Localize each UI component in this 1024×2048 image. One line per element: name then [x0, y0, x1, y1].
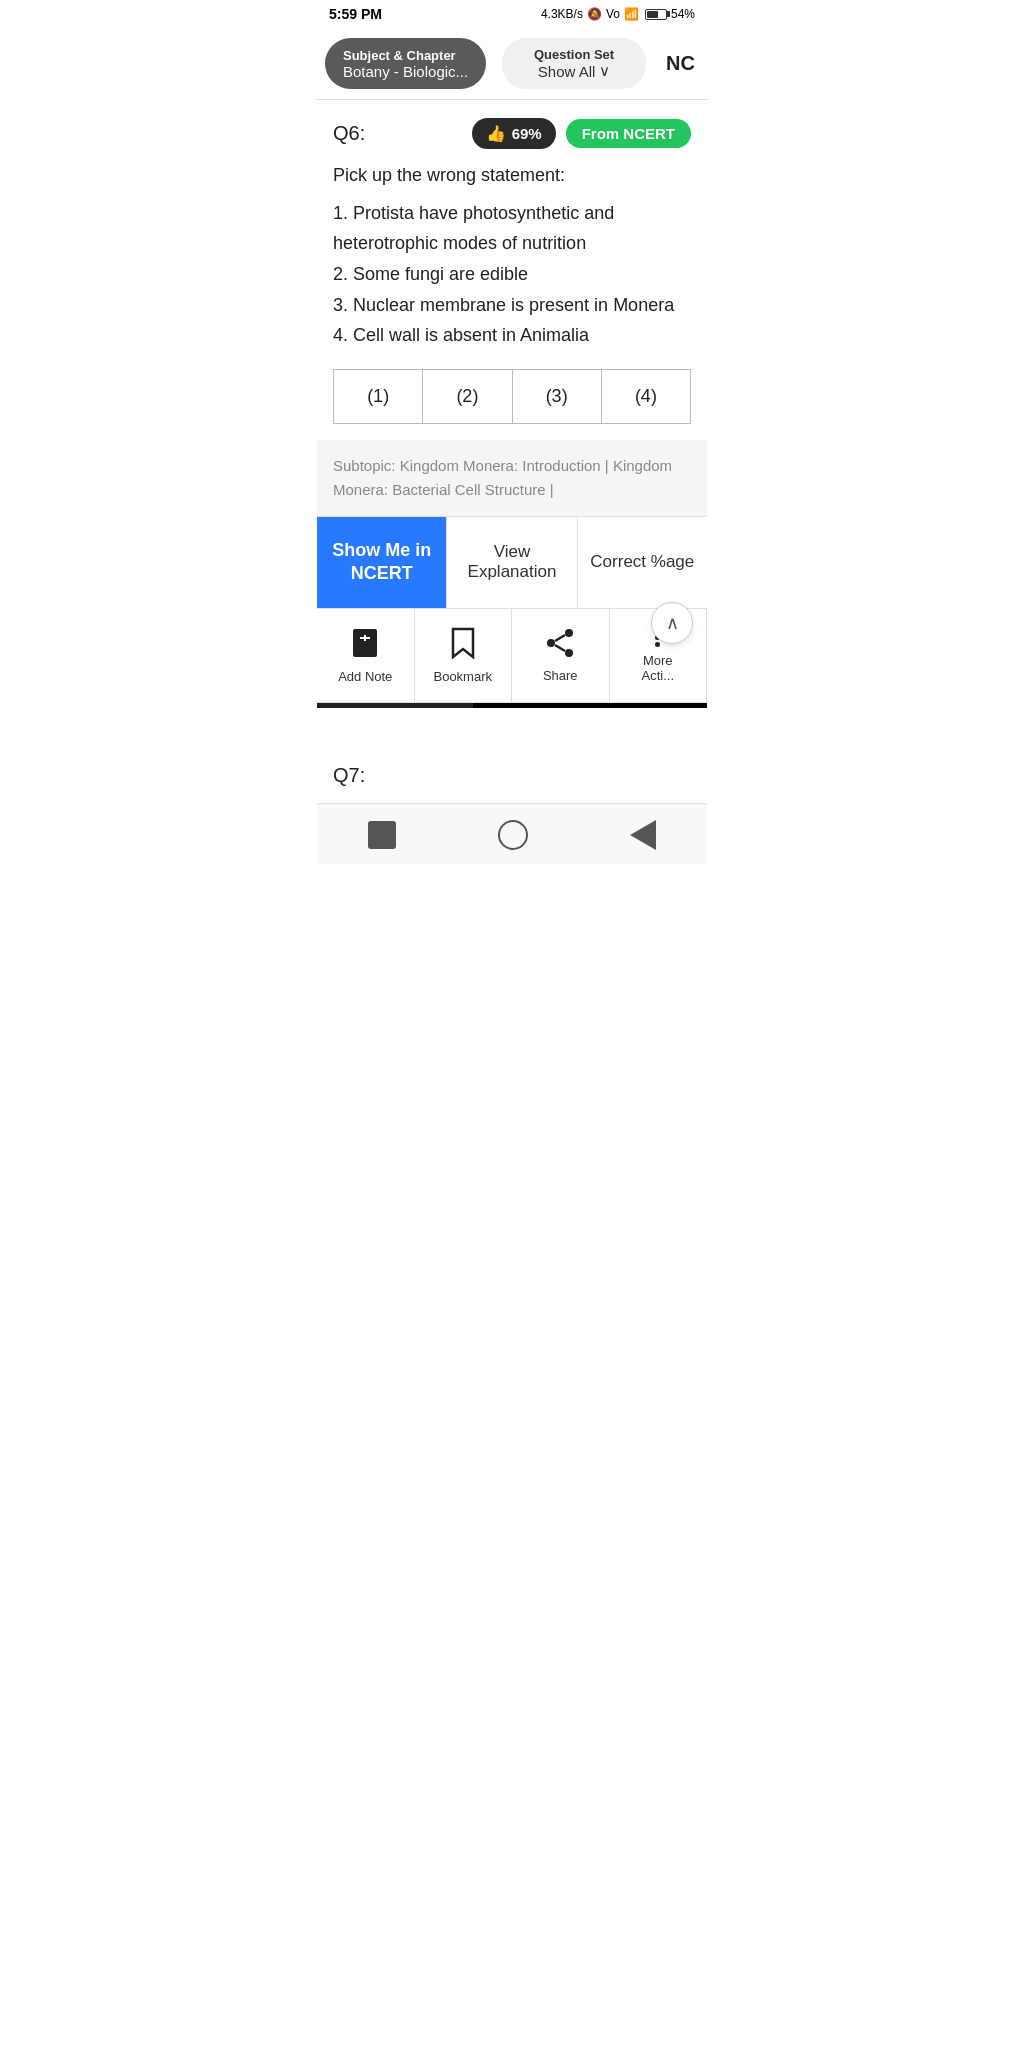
subject-label: Subject & Chapter — [343, 48, 468, 63]
question-badges: 👍 69% From NCERT — [472, 118, 691, 149]
thumbs-up-icon: 👍 — [486, 124, 506, 143]
percent-badge: 👍 69% — [472, 118, 556, 149]
correct-percentage-button[interactable]: Correct %age — [577, 517, 707, 608]
add-note-label: Add Note — [338, 669, 392, 684]
option-2: 2. Some fungi are edible — [333, 259, 691, 290]
answer-choice-2[interactable]: (2) — [423, 369, 512, 423]
question-header: Q6: 👍 69% From NCERT — [333, 118, 691, 149]
q7-number: Q7: — [333, 764, 365, 786]
lte-icon: Vo — [606, 7, 620, 21]
question-card: Q6: 👍 69% From NCERT Pick up the wrong s… — [317, 100, 707, 424]
nc-label: NC — [654, 28, 707, 99]
question-set-pill[interactable]: Question Set Show All ∨ — [502, 38, 646, 89]
square-button[interactable] — [368, 821, 396, 853]
circle-icon — [498, 820, 528, 850]
share-label: Share — [543, 668, 578, 683]
option-1: 1. Protista have photosynthetic and hete… — [333, 198, 691, 259]
answer-choice-4[interactable]: (4) — [601, 369, 690, 423]
scroll-up-fab[interactable]: ∧ — [651, 602, 693, 644]
question-options: 1. Protista have photosynthetic and hete… — [333, 198, 691, 351]
header-nav: Subject & Chapter Botany - Biologic... Q… — [317, 28, 707, 100]
svg-point-3 — [565, 629, 573, 637]
show-me-in-ncert-button[interactable]: Show Me in NCERT — [317, 517, 446, 608]
chevron-up-icon: ∧ — [666, 612, 679, 634]
signal-bars-icon: 📶 — [624, 7, 639, 21]
q7-section: Q7: — [317, 740, 707, 803]
question-text: Pick up the wrong statement: — [333, 161, 691, 190]
chevron-down-icon: ∨ — [599, 62, 610, 80]
action-row-1: Show Me in NCERT View Explanation Correc… — [317, 516, 707, 608]
subject-value: Botany - Biologic... — [343, 63, 468, 80]
share-button[interactable]: Share — [512, 609, 610, 702]
answer-choice-3[interactable]: (3) — [512, 369, 601, 423]
svg-point-4 — [547, 639, 555, 647]
question-set-value: Show All ∨ — [538, 62, 611, 80]
add-note-icon — [351, 627, 379, 663]
status-bar: 5:59 PM 4.3KB/s 🔕 Vo 📶 54% — [317, 0, 707, 28]
answer-choices-table: (1) (2) (3) (4) — [333, 369, 691, 424]
more-actions-label: More Acti... — [641, 653, 674, 683]
answer-choice-1[interactable]: (1) — [334, 369, 423, 423]
question-number: Q6: — [333, 122, 365, 145]
home-button[interactable] — [498, 820, 528, 854]
subtopic-text: Subtopic: Kingdom Monera: Introduction |… — [333, 457, 672, 498]
view-explanation-button[interactable]: View Explanation — [446, 517, 576, 608]
share-icon — [545, 628, 575, 662]
svg-rect-0 — [353, 629, 377, 657]
network-speed: 4.3KB/s — [541, 7, 583, 21]
add-note-button[interactable]: Add Note — [317, 609, 415, 702]
svg-line-7 — [555, 645, 565, 651]
square-icon — [368, 821, 396, 849]
option-4: 4. Cell wall is absent in Animalia — [333, 320, 691, 351]
question-set-label: Question Set — [534, 47, 614, 62]
back-button[interactable] — [630, 820, 656, 854]
bookmark-label: Bookmark — [433, 669, 492, 684]
percent-value: 69% — [512, 125, 542, 142]
action-row-2: Add Note Bookmark Share More Acti... — [317, 608, 707, 703]
bottom-nav — [317, 803, 707, 864]
svg-point-5 — [565, 649, 573, 657]
ncert-badge: From NCERT — [566, 119, 691, 148]
subject-chapter-pill[interactable]: Subject & Chapter Botany - Biologic... — [325, 38, 486, 89]
status-time: 5:59 PM — [329, 6, 382, 22]
subtopic-section: Subtopic: Kingdom Monera: Introduction |… — [317, 440, 707, 516]
spacer — [317, 708, 707, 740]
signal-icon: 🔕 — [587, 7, 602, 21]
battery-percent: 54% — [671, 7, 695, 21]
triangle-icon — [630, 820, 656, 850]
bookmark-button[interactable]: Bookmark — [415, 609, 513, 702]
battery-icon — [645, 9, 667, 20]
status-right: 4.3KB/s 🔕 Vo 📶 54% — [541, 7, 695, 21]
bookmark-icon — [450, 627, 476, 663]
option-3: 3. Nuclear membrane is present in Monera — [333, 290, 691, 321]
svg-line-6 — [555, 635, 565, 641]
